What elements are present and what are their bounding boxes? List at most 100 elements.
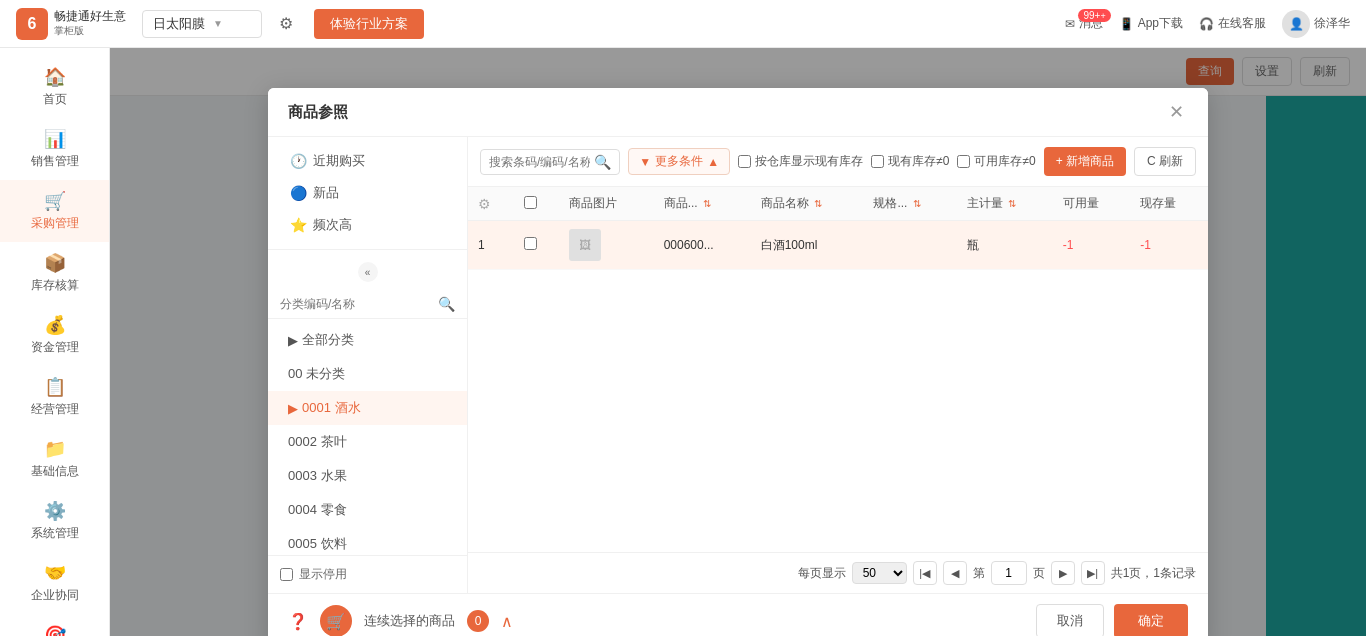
- existing-filter[interactable]: 现有库存≠0: [871, 153, 949, 170]
- col-checkbox-header[interactable]: [514, 187, 560, 221]
- sidebar-item-sales[interactable]: 📊 销售管理: [0, 118, 109, 180]
- row-spec: [863, 221, 956, 270]
- modal-close-button[interactable]: ✕: [1164, 100, 1188, 124]
- modal-footer: ❓ 🛒 连续选择的商品 0 ∧ 取消 确定: [268, 593, 1208, 636]
- col-settings[interactable]: ⚙: [468, 187, 514, 221]
- table-row[interactable]: 1 🖼 000600... 白酒100ml 瓶 -1 -1: [468, 221, 1208, 270]
- category-search-input[interactable]: [280, 297, 438, 311]
- category-0003[interactable]: 0003 水果: [268, 459, 467, 493]
- star-icon: ⭐: [290, 217, 307, 233]
- sidebar-item-collab[interactable]: 🤝 企业协同: [0, 552, 109, 614]
- available-filter[interactable]: 可用库存≠0: [957, 153, 1035, 170]
- refresh-button[interactable]: C 刷新: [1134, 147, 1196, 176]
- clock-icon: 🕐: [290, 153, 307, 169]
- sidebar-item-system[interactable]: ⚙️ 系统管理: [0, 490, 109, 552]
- add-product-button[interactable]: + 新增商品: [1044, 147, 1126, 176]
- show-disabled-area: 显示停用: [268, 555, 467, 593]
- tab-frequent[interactable]: ⭐ 频次高: [280, 209, 455, 241]
- row-stock: -1: [1130, 221, 1208, 270]
- finance-icon: 💰: [44, 314, 66, 336]
- row-checkbox[interactable]: [514, 221, 560, 270]
- chevron-down-icon: ▼: [213, 18, 223, 29]
- settings-icon[interactable]: ⚙: [270, 8, 302, 40]
- left-tabs: 🕐 近期购买 🔵 新品 ⭐ 频次高: [268, 137, 467, 250]
- toolbar-actions: + 新增商品 C 刷新: [1044, 147, 1196, 176]
- guide-icon: 🎯: [44, 624, 66, 636]
- page-number-input[interactable]: [991, 561, 1027, 585]
- tab-new[interactable]: 🔵 新品: [280, 177, 455, 209]
- sidebar-item-label: 首页: [43, 91, 67, 108]
- category-search: 🔍: [268, 290, 467, 319]
- sidebar-item-label: 系统管理: [31, 525, 79, 542]
- search-submit-icon[interactable]: 🔍: [594, 154, 611, 170]
- online-service-button[interactable]: 🎧 在线客服: [1199, 15, 1266, 32]
- collapse-button[interactable]: «: [358, 262, 378, 282]
- sidebar-item-basic[interactable]: 📁 基础信息: [0, 428, 109, 490]
- first-page-button[interactable]: |◀: [913, 561, 937, 585]
- trial-button[interactable]: 体验行业方案: [314, 9, 424, 39]
- available-checkbox[interactable]: [957, 155, 970, 168]
- logo-sub: 掌柜版: [54, 24, 126, 38]
- sales-icon: 📊: [44, 128, 66, 150]
- app-download-label: App下载: [1138, 15, 1183, 32]
- more-filter-button[interactable]: ▼ 更多条件 ▲: [628, 148, 730, 175]
- col-stock-header[interactable]: 现存量: [1130, 187, 1208, 221]
- online-service-label: 在线客服: [1218, 15, 1266, 32]
- product-search-input[interactable]: [489, 155, 590, 169]
- per-page-select[interactable]: 50 20 100 200: [852, 562, 907, 584]
- logo-icon: 6: [16, 8, 48, 40]
- cart-icon[interactable]: 🛒: [320, 605, 352, 636]
- modal-title: 商品参照: [288, 103, 348, 122]
- col-name-header[interactable]: 商品名称 ⇅: [751, 187, 864, 221]
- logo-name: 畅捷通好生意: [54, 9, 126, 25]
- tab-frequent-label: 频次高: [313, 216, 352, 234]
- sidebar-item-business[interactable]: 📋 经营管理: [0, 366, 109, 428]
- home-icon: 🏠: [44, 66, 66, 88]
- message-badge: 99++: [1078, 9, 1110, 22]
- warehouse-checkbox[interactable]: [738, 155, 751, 168]
- branch-selector[interactable]: 日太阳膜 ▼: [142, 10, 262, 38]
- category-00[interactable]: 00 未分类: [268, 357, 467, 391]
- tab-recent[interactable]: 🕐 近期购买: [280, 145, 455, 177]
- col-code-header[interactable]: 商品... ⇅: [654, 187, 751, 221]
- prev-page-button[interactable]: ◀: [943, 561, 967, 585]
- col-spec-header[interactable]: 规格... ⇅: [863, 187, 956, 221]
- message-button[interactable]: ✉ 消息 99++: [1065, 15, 1103, 32]
- search-icon[interactable]: 🔍: [438, 296, 455, 312]
- headset-icon: 🎧: [1199, 17, 1214, 31]
- app-download-button[interactable]: 📱 App下载: [1119, 15, 1183, 32]
- select-all-checkbox[interactable]: [524, 196, 537, 209]
- inventory-icon: 📦: [44, 252, 66, 274]
- category-0001[interactable]: ▶ 0001 酒水: [268, 391, 467, 425]
- sidebar-item-inventory[interactable]: 📦 库存核算: [0, 242, 109, 304]
- col-available-header[interactable]: 可用量: [1053, 187, 1131, 221]
- existing-checkbox[interactable]: [871, 155, 884, 168]
- col-unit-header[interactable]: 主计量 ⇅: [957, 187, 1053, 221]
- message-icon: ✉: [1065, 17, 1075, 31]
- help-icon[interactable]: ❓: [288, 612, 308, 631]
- show-disabled-checkbox[interactable]: [280, 568, 293, 581]
- navbar: 6 畅捷通好生意 掌柜版 日太阳膜 ▼ ⚙ 体验行业方案 ✉ 消息 99++ 📱…: [0, 0, 1366, 48]
- category-0005[interactable]: 0005 饮料: [268, 527, 467, 555]
- sidebar-item-purchase[interactable]: 🛒 采购管理: [0, 180, 109, 242]
- confirm-button[interactable]: 确定: [1114, 604, 1188, 636]
- sidebar-item-label: 企业协同: [31, 587, 79, 604]
- show-disabled-label[interactable]: 显示停用: [299, 566, 347, 583]
- product-reference-modal: 商品参照 ✕ 🕐 近期购买 🔵 新品: [268, 88, 1208, 636]
- sidebar-item-finance[interactable]: 💰 资金管理: [0, 304, 109, 366]
- row-name: 白酒100ml: [751, 221, 864, 270]
- cancel-button[interactable]: 取消: [1036, 604, 1104, 636]
- category-all[interactable]: ▶ 全部分类: [268, 323, 467, 357]
- category-0002[interactable]: 0002 茶叶: [268, 425, 467, 459]
- sidebar-item-guide[interactable]: 🎯 新手引导: [0, 614, 109, 636]
- sidebar-item-home[interactable]: 🏠 首页: [0, 56, 109, 118]
- warehouse-filter[interactable]: 按仓库显示现有库存: [738, 153, 863, 170]
- collapse-icon[interactable]: ∧: [501, 612, 513, 631]
- last-page-button[interactable]: ▶|: [1081, 561, 1105, 585]
- sidebar: 🏠 首页 📊 销售管理 🛒 采购管理 📦 库存核算 💰 资金管理 📋 经营管理 …: [0, 48, 110, 636]
- category-0004[interactable]: 0004 零食: [268, 493, 467, 527]
- logo: 6 畅捷通好生意 掌柜版: [16, 8, 126, 40]
- next-page-button[interactable]: ▶: [1051, 561, 1075, 585]
- user-profile[interactable]: 👤 徐泽华: [1282, 10, 1350, 38]
- col-img-header: 商品图片: [559, 187, 653, 221]
